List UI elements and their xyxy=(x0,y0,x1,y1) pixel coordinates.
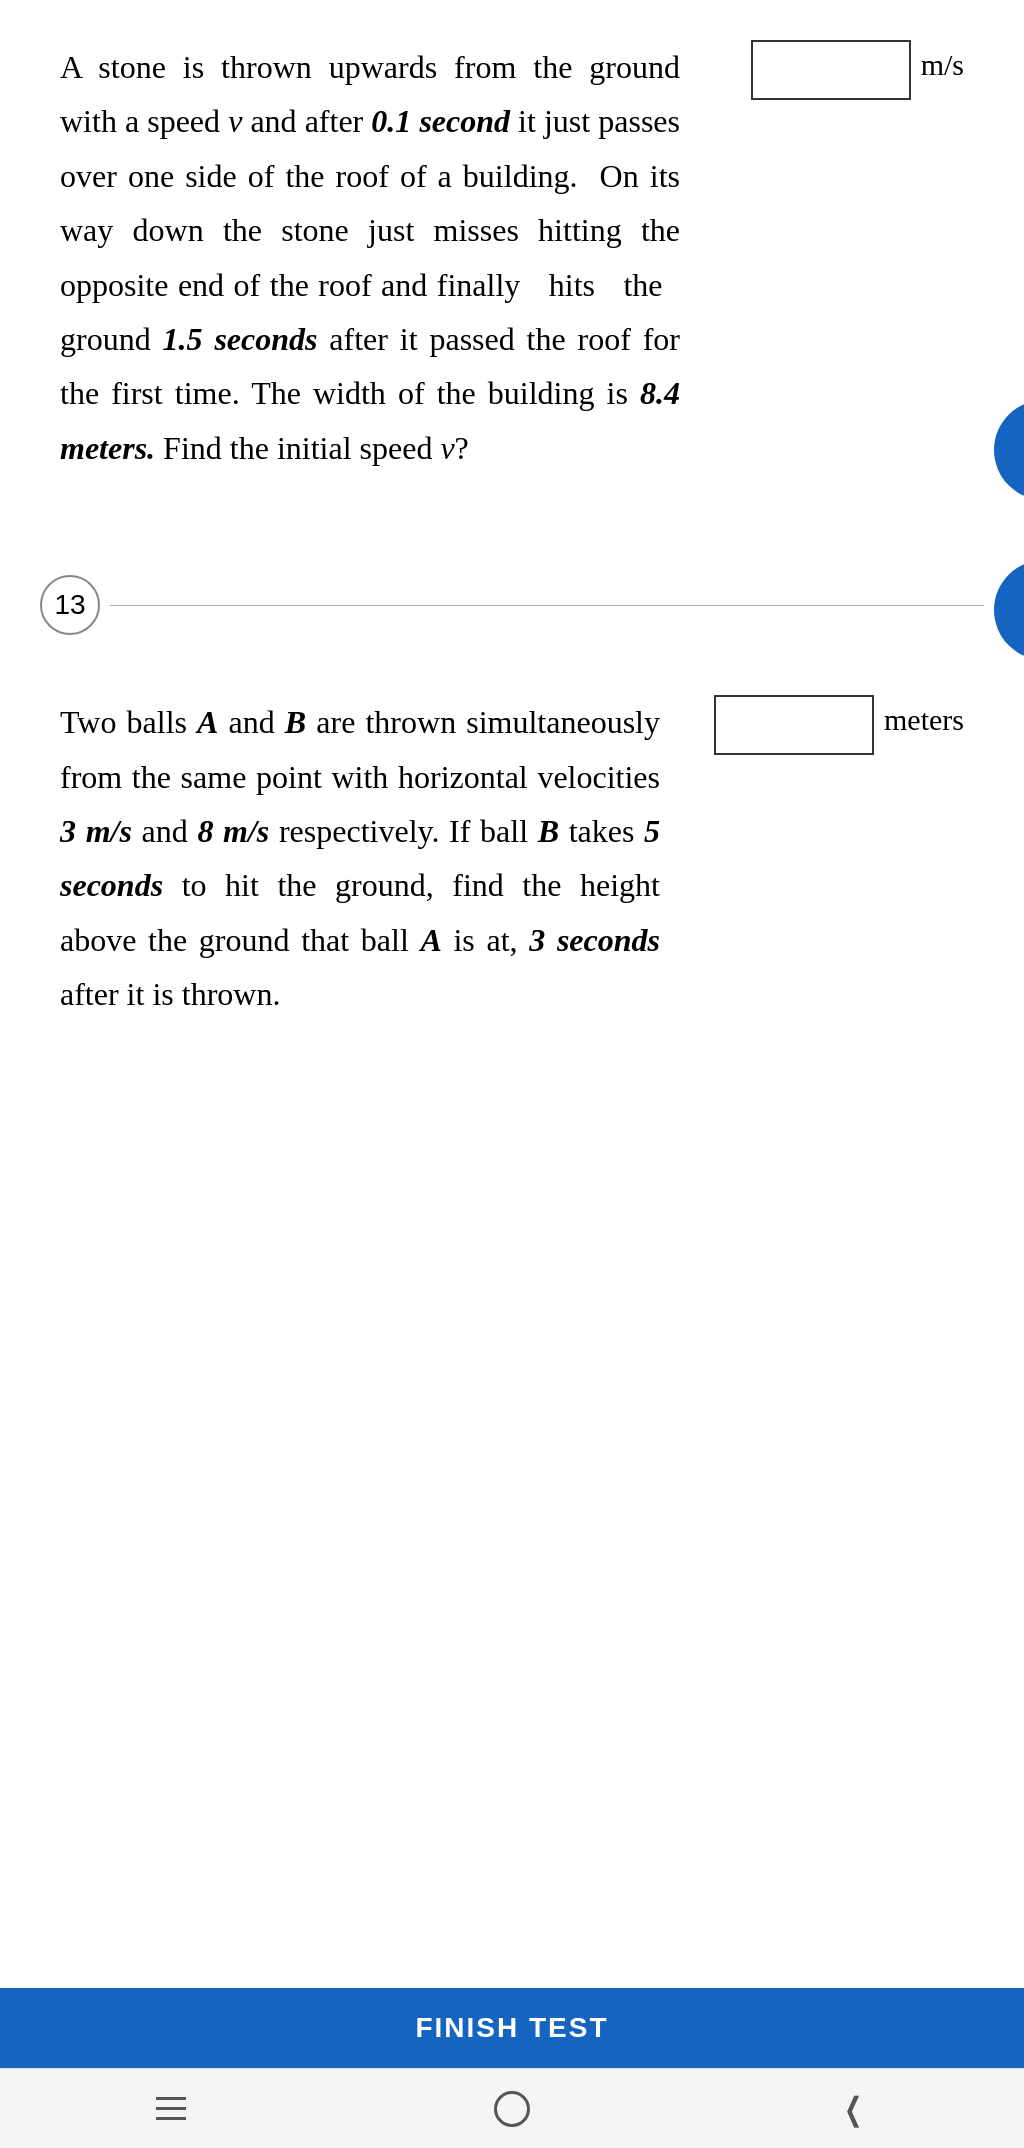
question-13-text: Two balls A and B are thrown simultaneou… xyxy=(60,695,660,1021)
question-12-answer-area: m/s xyxy=(751,40,964,100)
value-84: 8.4 xyxy=(640,375,680,411)
ball-A-2: A xyxy=(420,922,441,958)
back-icon: ❮ xyxy=(844,2090,863,2128)
question-12-section: A stone is thrown upwards from the groun… xyxy=(0,0,1024,535)
unit-ms-2: m/s xyxy=(223,813,269,849)
value-15: 1.5 xyxy=(163,321,203,357)
finish-test-bar[interactable]: FINISH TEST xyxy=(0,1988,1024,2068)
unit-seconds-2: seconds xyxy=(60,867,163,903)
unit-seconds-1: seconds xyxy=(214,321,317,357)
question-13-unit: meters xyxy=(884,695,964,737)
question-13-divider: 13 xyxy=(0,555,1024,655)
variable-v: v xyxy=(228,103,242,139)
question-12-text: A stone is thrown upwards from the groun… xyxy=(60,40,680,475)
unit-seconds-3: seconds xyxy=(557,922,660,958)
ball-A-1: A xyxy=(197,704,218,740)
home-icon xyxy=(494,2091,530,2127)
question-12-top-row: A stone is thrown upwards from the groun… xyxy=(60,40,964,475)
divider-line-13 xyxy=(110,605,984,606)
page-container: A stone is thrown upwards from the groun… xyxy=(0,0,1024,2148)
menu-line-1 xyxy=(156,2097,186,2100)
question-13-answer-area: meters xyxy=(714,695,964,755)
question-12-unit: m/s xyxy=(921,40,964,82)
ball-B-2: B xyxy=(538,813,559,849)
back-nav-button[interactable]: ❮ xyxy=(823,2079,883,2139)
menu-line-2 xyxy=(156,2107,186,2110)
bottom-spacer xyxy=(0,1041,1024,1201)
question-12-answer-input[interactable] xyxy=(751,40,911,100)
question-13-section: Two balls A and B are thrown simultaneou… xyxy=(0,655,1024,1041)
question-13-top-row: Two balls A and B are thrown simultaneou… xyxy=(60,695,964,1021)
value-01: 0.1 xyxy=(371,103,411,139)
menu-nav-button[interactable] xyxy=(141,2079,201,2139)
variable-v-2: v xyxy=(440,430,454,466)
velocity-8: 8 xyxy=(197,813,213,849)
blue-circle-1[interactable] xyxy=(994,400,1024,500)
finish-test-label: FINISH TEST xyxy=(415,2012,608,2044)
menu-icon xyxy=(156,2097,186,2120)
value-5: 5 xyxy=(644,813,660,849)
bottom-nav: ❮ xyxy=(0,2068,1024,2148)
question-13-answer-input[interactable] xyxy=(714,695,874,755)
velocity-3: 3 xyxy=(60,813,76,849)
ball-B-1: B xyxy=(285,704,306,740)
value-3: 3 xyxy=(529,922,545,958)
unit-ms-1: m/s xyxy=(86,813,132,849)
question-number-13: 13 xyxy=(40,575,100,635)
home-nav-button[interactable] xyxy=(482,2079,542,2139)
unit-meters-1: meters. xyxy=(60,430,155,466)
unit-second: second xyxy=(419,103,510,139)
menu-line-3 xyxy=(156,2117,186,2120)
